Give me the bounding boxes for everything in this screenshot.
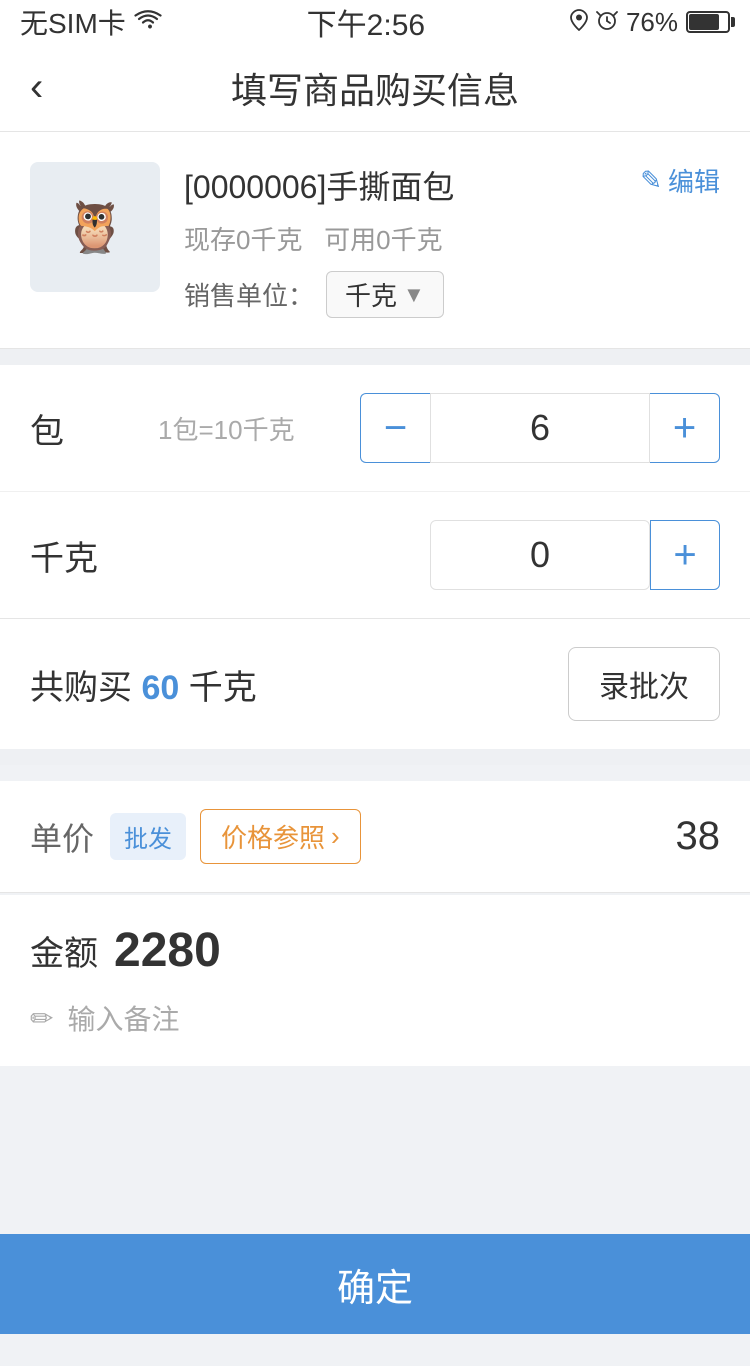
- amount-value: 2280: [114, 923, 221, 978]
- quantity-section: 包 1包=10千克 − + 千克 +: [0, 365, 750, 619]
- edit-icon: ✎: [640, 165, 662, 196]
- kg-quantity-input[interactable]: [430, 520, 650, 590]
- edit-label: 编辑: [668, 162, 720, 199]
- price-type-badge: 批发: [110, 813, 186, 860]
- total-text: 共购买 60 千克: [30, 660, 257, 709]
- status-left: 无SIM卡: [20, 2, 162, 42]
- battery-icon: [686, 11, 730, 33]
- price-section: 单价 批发 价格参照 › 38: [0, 781, 750, 893]
- note-row[interactable]: ✏ 输入备注: [30, 998, 720, 1038]
- note-placeholder: 输入备注: [67, 998, 179, 1038]
- total-unit: 千克: [189, 669, 257, 707]
- total-amount: 60: [141, 669, 179, 707]
- total-prefix: 共购买: [30, 669, 132, 707]
- location-icon: [570, 7, 588, 38]
- confirm-label: 确定: [337, 1257, 413, 1312]
- unit-price-value: 38: [676, 814, 721, 859]
- pencil-icon: ✏: [30, 1002, 53, 1035]
- product-image: 🦉: [30, 162, 160, 292]
- unit-text-label: 销售单位：: [184, 276, 314, 313]
- pack-minus-button[interactable]: −: [360, 393, 430, 463]
- back-button[interactable]: ‹: [30, 65, 43, 110]
- status-time: 下午2:56: [307, 0, 425, 44]
- status-bar: 无SIM卡 下午2:56 76%: [0, 0, 750, 44]
- wifi-icon: [134, 6, 162, 38]
- price-ref-arrow: ›: [331, 821, 340, 852]
- quantity-row-pack: 包 1包=10千克 − +: [0, 365, 750, 492]
- unit-dropdown[interactable]: 千克 ▼: [326, 271, 444, 318]
- pack-quantity-input[interactable]: [430, 393, 650, 463]
- section-divider-2: [0, 749, 750, 765]
- batch-button[interactable]: 录批次: [568, 647, 720, 721]
- product-logo: 🦉: [64, 198, 126, 257]
- confirm-bar[interactable]: 确定: [0, 1234, 750, 1334]
- battery-percent: 76%: [626, 7, 678, 38]
- amount-section: 金额 2280 ✏ 输入备注: [0, 895, 750, 1066]
- carrier-label: 无SIM卡: [20, 2, 126, 42]
- pack-quantity-controls: − +: [360, 393, 720, 463]
- kg-plus-button[interactable]: +: [650, 520, 720, 590]
- product-stock: 现存0千克 可用0千克: [184, 220, 720, 257]
- edit-button[interactable]: ✎ 编辑: [640, 162, 720, 199]
- pack-label: 包: [30, 404, 150, 453]
- total-batch-row: 共购买 60 千克 录批次: [0, 619, 750, 749]
- unit-dropdown-arrow: ▼: [403, 282, 425, 308]
- product-unit-row: 销售单位： 千克 ▼: [184, 271, 720, 318]
- status-right: 76%: [570, 7, 730, 38]
- pack-hint: 1包=10千克: [158, 410, 295, 447]
- price-label: 单价: [30, 814, 94, 860]
- page-title: 填写商品购买信息: [231, 62, 519, 114]
- alarm-icon: [596, 7, 618, 38]
- unit-value: 千克: [345, 276, 397, 313]
- product-card: 🦉 [0000006]手撕面包 ✎ 编辑 现存0千克 可用0千克 销售单位： 千…: [0, 132, 750, 349]
- price-ref-label: 价格参照: [221, 818, 325, 855]
- product-info: [0000006]手撕面包 ✎ 编辑 现存0千克 可用0千克 销售单位： 千克 …: [184, 162, 720, 318]
- pack-plus-button[interactable]: +: [650, 393, 720, 463]
- amount-row: 金额 2280: [30, 923, 720, 978]
- kg-quantity-controls: +: [430, 520, 720, 590]
- product-name: [0000006]手撕面包: [184, 162, 454, 208]
- section-divider-1: [0, 349, 750, 365]
- nav-bar: ‹ 填写商品购买信息: [0, 44, 750, 132]
- kg-label: 千克: [30, 531, 150, 580]
- amount-label: 金额: [30, 926, 98, 975]
- price-reference-button[interactable]: 价格参照 ›: [200, 809, 361, 864]
- quantity-row-kg: 千克 +: [0, 492, 750, 618]
